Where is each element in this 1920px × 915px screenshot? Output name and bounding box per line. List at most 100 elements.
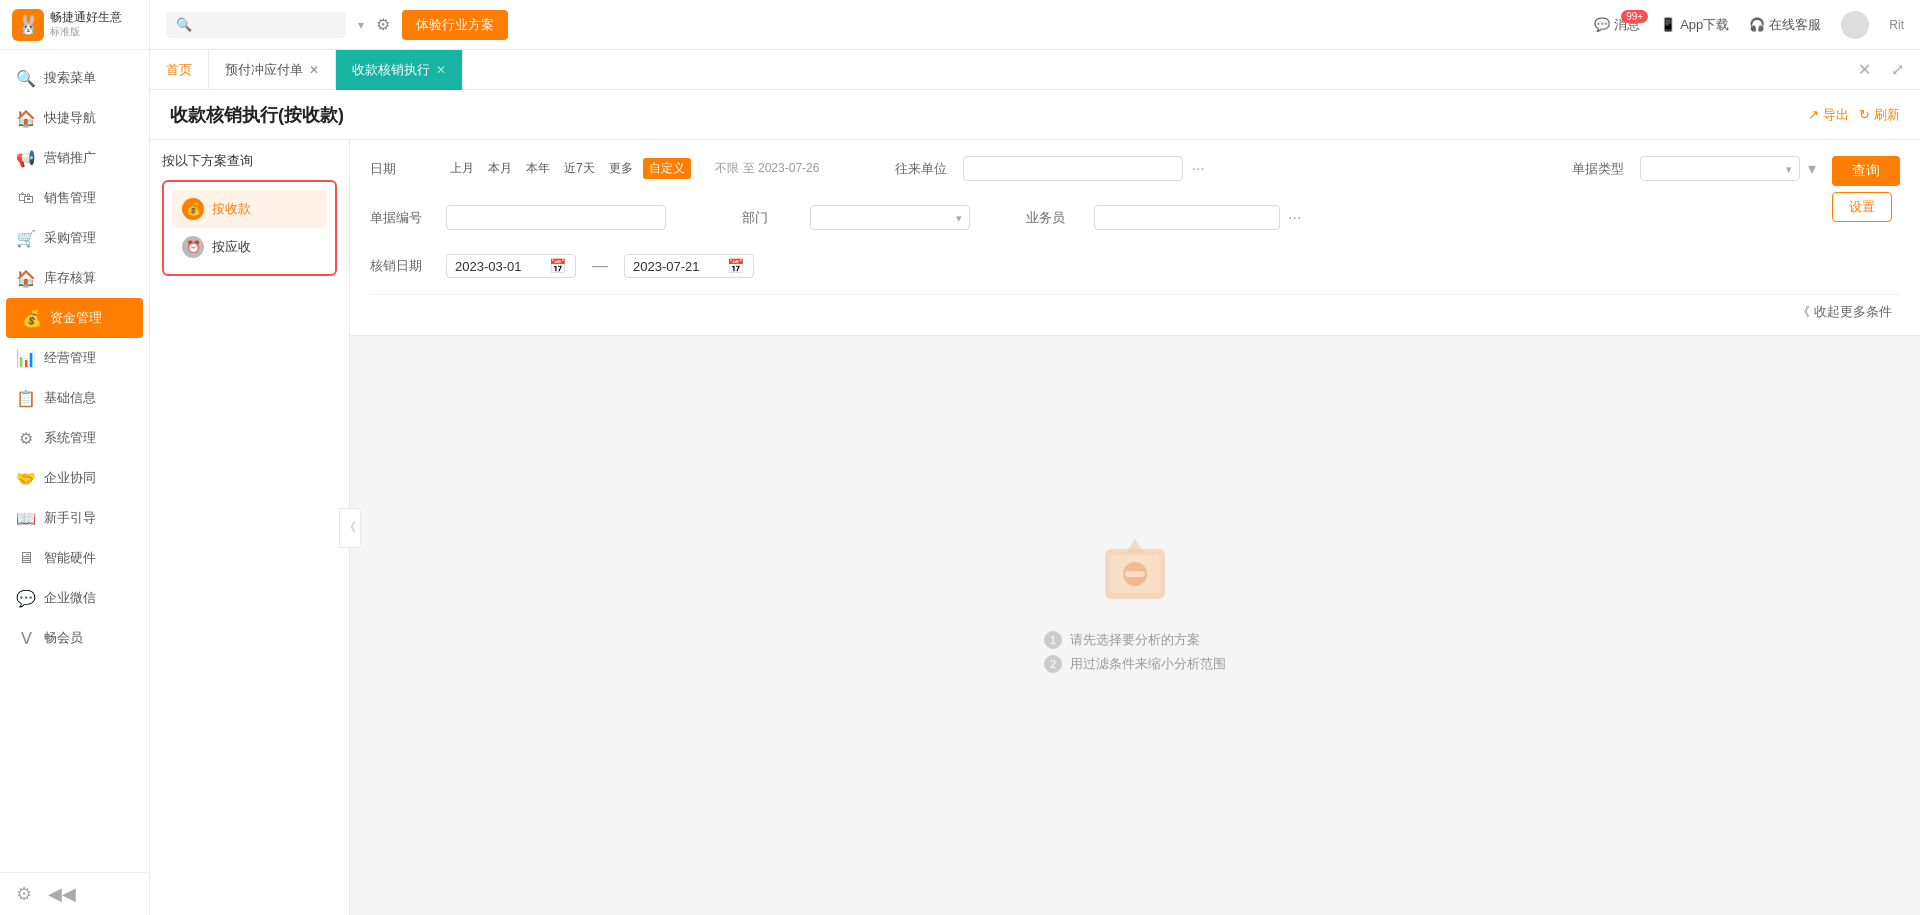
dept-filter-area: 部门	[742, 205, 970, 230]
calendar-end-icon[interactable]: 📅	[727, 258, 744, 274]
shortcut-this-year[interactable]: 本年	[522, 158, 554, 179]
tab-home[interactable]: 首页	[150, 50, 209, 90]
doctype-more-icon[interactable]: ▾	[1808, 159, 1816, 178]
tab-receipt-verify[interactable]: 收款核销执行 ✕	[336, 50, 463, 90]
partner-more-icon[interactable]: ···	[1191, 160, 1204, 178]
staff-more-icon[interactable]: ···	[1288, 209, 1301, 227]
user-avatar[interactable]	[1841, 11, 1869, 39]
shortcut-7days[interactable]: 近7天	[560, 158, 599, 179]
sidebar-item-management[interactable]: 📊 经营管理	[0, 338, 149, 378]
tab-prepay-close[interactable]: ✕	[309, 63, 319, 77]
sidebar-item-search[interactable]: 🔍 搜索菜单	[0, 58, 149, 98]
management-icon: 📊	[16, 348, 36, 368]
dept-select[interactable]	[810, 205, 970, 230]
search-icon: 🔍	[16, 68, 36, 88]
receivable-icon: ⏰	[182, 236, 204, 258]
sidebar-item-member[interactable]: Ⅴ 畅会员	[0, 618, 149, 658]
export-button[interactable]: ↗ 导出	[1808, 106, 1849, 124]
tabbar-expand-icon[interactable]: ⤢	[1885, 58, 1910, 81]
verifydate-label: 核销日期	[370, 257, 430, 275]
app-name: 畅捷通好生意	[50, 10, 122, 26]
svg-rect-3	[1125, 571, 1145, 577]
date-nolimit-text: 不限	[715, 160, 739, 177]
shortcut-last-month[interactable]: 上月	[446, 158, 478, 179]
topbar-dropdown-icon[interactable]: ▾	[358, 18, 364, 32]
topbar-gear-icon[interactable]: ⚙	[376, 15, 390, 34]
staff-input[interactable]	[1094, 205, 1280, 230]
left-panel-title: 按以下方案查询	[162, 152, 337, 170]
search-icon-top: 🔍	[176, 17, 192, 32]
tabbar-close-all-icon[interactable]: ✕	[1852, 58, 1877, 81]
marketing-icon: 📢	[16, 148, 36, 168]
tabbar: 首页 预付冲应付单 ✕ 收款核销执行 ✕ ✕ ⤢	[150, 50, 1920, 90]
user-name[interactable]: Rit	[1889, 18, 1904, 32]
sidebar-item-baseinfo[interactable]: 📋 基础信息	[0, 378, 149, 418]
tab-receipt-verify-close[interactable]: ✕	[436, 63, 446, 77]
shortcut-this-month[interactable]: 本月	[484, 158, 516, 179]
app-download-button[interactable]: 📱 App下载	[1660, 16, 1729, 34]
date-nolimit-area: 不限 至 2023-07-26	[715, 160, 820, 177]
baseinfo-icon: 📋	[16, 388, 36, 408]
sidebar-item-wechat[interactable]: 💬 企业微信	[0, 578, 149, 618]
partner-input[interactable]	[963, 156, 1183, 181]
sidebar-item-purchase[interactable]: 🛒 采购管理	[0, 218, 149, 258]
sidebar-item-enterprise[interactable]: 🤝 企业协同	[0, 458, 149, 498]
online-service-button[interactable]: 🎧 在线客服	[1749, 16, 1821, 34]
filter-row-verifydate: 核销日期 📅 — 📅	[370, 254, 1816, 278]
filter-actions-column: 查询 设置	[1832, 156, 1900, 222]
sidebar-item-system[interactable]: ⚙ 系统管理	[0, 418, 149, 458]
verify-date-start-input[interactable]	[455, 259, 545, 274]
doctype-label: 单据类型	[1572, 160, 1632, 178]
sidebar-item-label: 快捷导航	[44, 109, 96, 127]
doctype-select[interactable]	[1640, 156, 1800, 181]
sidebar-item-label: 企业协同	[44, 469, 96, 487]
date-to-text: 至 2023-07-26	[743, 160, 820, 177]
sidebar-nav: 🔍 搜索菜单 🏠 快捷导航 📢 营销推广 🛍 销售管理 🛒 采购管理 🏠 库存核…	[0, 50, 149, 872]
shortcut-custom[interactable]: 自定义	[643, 158, 691, 179]
sidebar-item-inventory[interactable]: 🏠 库存核算	[0, 258, 149, 298]
topbar-search-area[interactable]: 🔍	[166, 12, 346, 38]
empty-hint-1-text: 请先选择要分析的方案	[1070, 631, 1200, 649]
hardware-icon: 🖥	[16, 548, 36, 568]
refresh-button[interactable]: ↻ 刷新	[1859, 106, 1900, 124]
left-panel-collapse-button[interactable]: 《	[339, 508, 361, 548]
sidebar-item-label: 搜索菜单	[44, 69, 96, 87]
tab-prepay[interactable]: 预付冲应付单 ✕	[209, 50, 336, 90]
shortcut-more[interactable]: 更多	[605, 158, 637, 179]
collapse-icon: 《	[1797, 303, 1810, 321]
docno-input[interactable]	[446, 205, 666, 230]
staff-label: 业务员	[1026, 209, 1086, 227]
empty-illustration	[1085, 519, 1185, 619]
settings-bottom-icon[interactable]: ⚙	[16, 883, 32, 905]
inventory-icon: 🏠	[16, 268, 36, 288]
page-title: 收款核销执行(按收款)	[170, 103, 344, 127]
sidebar-item-guide[interactable]: 📖 新手引导	[0, 498, 149, 538]
finance-icon: 💰	[22, 308, 42, 328]
sidebar-item-finance[interactable]: 💰 资金管理	[6, 298, 143, 338]
empty-hint-1: 1 请先选择要分析的方案	[1044, 631, 1226, 649]
sidebar-item-label: 资金管理	[50, 309, 102, 327]
topbar-right: 💬 消息 99+ 📱 App下载 🎧 在线客服 Rit	[1594, 11, 1904, 39]
sidebar-item-label: 经营管理	[44, 349, 96, 367]
sidebar-item-marketing[interactable]: 📢 营销推广	[0, 138, 149, 178]
verify-date-end-input[interactable]	[633, 259, 723, 274]
calendar-start-icon[interactable]: 📅	[549, 258, 566, 274]
sidebar-item-quicknav[interactable]: 🏠 快捷导航	[0, 98, 149, 138]
collapse-more-button[interactable]: 《 收起更多条件	[1789, 299, 1900, 325]
tabbar-right-actions: ✕ ⤢	[1852, 58, 1920, 81]
sidebar-item-hardware[interactable]: 🖥 智能硬件	[0, 538, 149, 578]
sidebar-item-label: 畅会员	[44, 629, 83, 647]
industry-solution-button[interactable]: 体验行业方案	[402, 10, 508, 40]
filter-option-by-receipt[interactable]: 💰 按收款	[172, 190, 327, 228]
date-shortcuts: 上月 本月 本年 近7天 更多 自定义	[446, 158, 691, 179]
message-button[interactable]: 💬 消息 99+	[1594, 16, 1640, 34]
service-icon: 🎧	[1749, 17, 1765, 32]
dept-label: 部门	[742, 209, 802, 227]
setting-button[interactable]: 设置	[1832, 192, 1892, 222]
collapse-sidebar-icon[interactable]: ◀◀	[48, 883, 76, 905]
message-badge: 99+	[1621, 10, 1648, 23]
filter-option-by-receivable[interactable]: ⏰ 按应收	[172, 228, 327, 266]
sidebar-item-sales[interactable]: 🛍 销售管理	[0, 178, 149, 218]
query-button[interactable]: 查询	[1832, 156, 1900, 186]
empty-hint-2: 2 用过滤条件来缩小分析范围	[1044, 655, 1226, 673]
